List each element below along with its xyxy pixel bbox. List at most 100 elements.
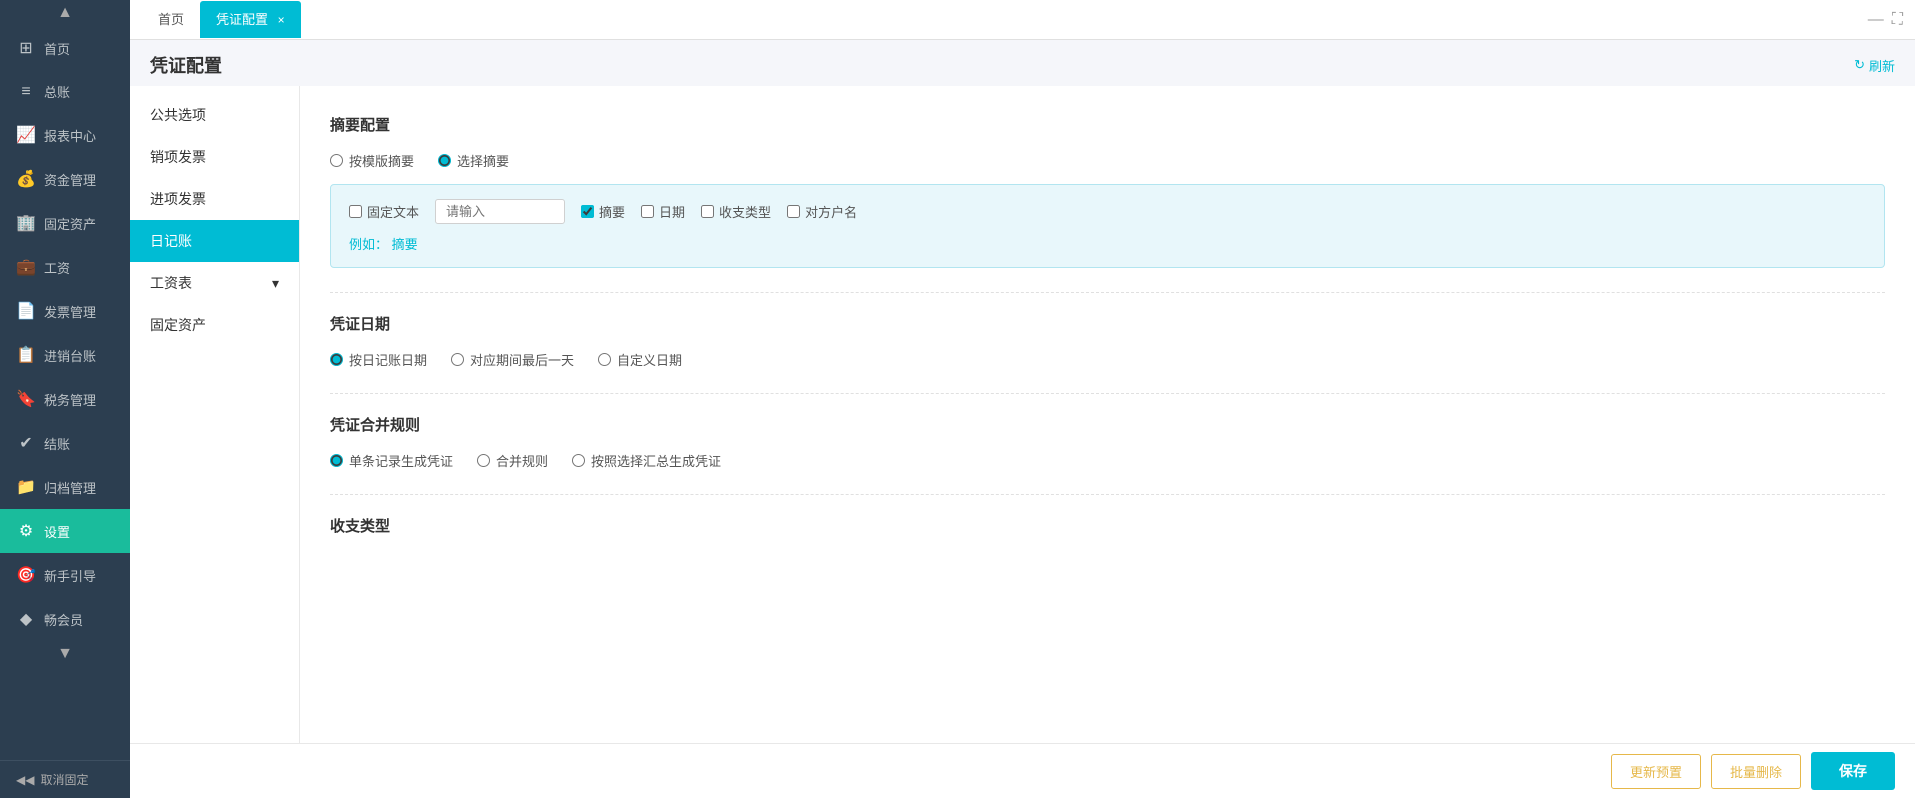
sidebar-item-label: 归档管理 <box>44 478 96 497</box>
nav-sales-invoice[interactable]: 销项发票 <box>130 136 299 178</box>
checkout-icon: ✔ <box>16 433 36 453</box>
date-radio-group: 按日记账日期 对应期间最后一天 自定义日期 <box>330 350 1885 369</box>
sidebar-item-purchase-sales[interactable]: 📋 进销台账 <box>0 333 130 377</box>
section-merge-title: 凭证合并规则 <box>330 414 1885 435</box>
update-preset-button[interactable]: 更新预置 <box>1611 754 1701 789</box>
checkbox-counter-name[interactable]: 对方户名 <box>787 202 857 221</box>
maximize-button[interactable]: ⛶ <box>1892 11 1903 29</box>
invoice-icon: 📄 <box>16 301 36 321</box>
funds-icon: 💰 <box>16 169 36 189</box>
main-area: 首页 凭证配置 × — ⛶ 凭证配置 ↻ 刷新 公共选项 销项发票 进 <box>130 0 1915 798</box>
radio-template-summary[interactable]: 按模版摘要 <box>330 151 414 170</box>
sidebar-item-home[interactable]: ⊞ 首页 <box>0 26 130 70</box>
sidebar-item-guide[interactable]: 🎯 新手引导 <box>0 553 130 597</box>
radio-journal-date[interactable]: 按日记账日期 <box>330 350 427 369</box>
section-summary-title: 摘要配置 <box>330 114 1885 135</box>
sidebar-item-assets[interactable]: 🏢 固定资产 <box>0 201 130 245</box>
sidebar-item-checkout[interactable]: ✔ 结账 <box>0 421 130 465</box>
tab-home[interactable]: 首页 <box>142 1 200 38</box>
checkbox-fixed-text[interactable]: 固定文本 <box>349 202 419 221</box>
section-voucher-date: 凭证日期 按日记账日期 对应期间最后一天 自定义日期 <box>330 313 1885 394</box>
sidebar-item-invoice[interactable]: 📄 发票管理 <box>0 289 130 333</box>
checkbox-summary[interactable]: 摘要 <box>581 202 625 221</box>
section-summary: 摘要配置 按模版摘要 选择摘要 固定文本 <box>330 114 1885 293</box>
section-merge-rules: 凭证合并规则 单条记录生成凭证 合并规则 按照选择汇总生成凭证 <box>330 414 1885 495</box>
batch-delete-button[interactable]: 批量删除 <box>1711 754 1801 789</box>
tax-icon: 🔖 <box>16 389 36 409</box>
sidebar-item-reports[interactable]: 📈 报表中心 <box>0 113 130 157</box>
radio-custom-date[interactable]: 自定义日期 <box>598 350 682 369</box>
sidebar-item-label: 报表中心 <box>44 126 96 145</box>
sidebar-item-label: 进销台账 <box>44 346 96 365</box>
chevron-down-icon: ▾ <box>272 275 279 292</box>
sidebar-item-label: 设置 <box>44 522 70 541</box>
unpin-icon: ◀◀ <box>16 773 34 787</box>
bottom-bar: 更新预置 批量删除 保存 <box>130 743 1915 798</box>
tab-actions: — ⛶ <box>1868 11 1903 29</box>
checkbox-income-type[interactable]: 收支类型 <box>701 202 771 221</box>
sidebar-item-label: 工资 <box>44 258 70 277</box>
right-content: 摘要配置 按模版摘要 选择摘要 固定文本 <box>300 86 1915 743</box>
radio-summary-generate[interactable]: 按照选择汇总生成凭证 <box>572 451 721 470</box>
summary-config-box: 固定文本 摘要 日期 收支类型 <box>330 184 1885 268</box>
home-icon: ⊞ <box>16 38 36 58</box>
sidebar-item-funds[interactable]: 💰 资金管理 <box>0 157 130 201</box>
checkbox-date[interactable]: 日期 <box>641 202 685 221</box>
section-income-type-title: 收支类型 <box>330 515 1885 536</box>
sidebar-scroll-up[interactable]: ▲ <box>0 0 130 26</box>
sidebar-item-label: 新手引导 <box>44 566 96 585</box>
sidebar-item-ledger[interactable]: ≡ 总账 <box>0 70 130 113</box>
assets-icon: 🏢 <box>16 213 36 233</box>
radio-select-summary[interactable]: 选择摘要 <box>438 151 509 170</box>
summary-checkbox-row: 固定文本 摘要 日期 收支类型 <box>349 199 1866 224</box>
purchase-sales-icon: 📋 <box>16 345 36 365</box>
unpin-label: 取消固定 <box>40 771 88 788</box>
save-button[interactable]: 保存 <box>1811 752 1895 790</box>
page-title: 凭证配置 <box>150 52 222 78</box>
section-income-type: 收支类型 <box>330 515 1885 576</box>
nav-fixed-assets[interactable]: 固定资产 <box>130 304 299 346</box>
sidebar-item-label: 发票管理 <box>44 302 96 321</box>
content-area: 公共选项 销项发票 进项发票 日记账 工资表 ▾ 固定资产 摘要配置 <box>130 86 1915 743</box>
sidebar-item-tax[interactable]: 🔖 税务管理 <box>0 377 130 421</box>
sidebar-item-label: 首页 <box>44 39 70 58</box>
page-header: 凭证配置 ↻ 刷新 <box>130 40 1915 86</box>
summary-example: 例如： 摘要 <box>349 234 1866 253</box>
sidebar-item-settings[interactable]: ⚙ 设置 <box>0 509 130 553</box>
sidebar-item-membership[interactable]: ◆ 畅会员 <box>0 597 130 641</box>
minimize-button[interactable]: — <box>1868 11 1884 29</box>
tab-voucher-config[interactable]: 凭证配置 × <box>200 1 301 38</box>
tab-close-button[interactable]: × <box>278 13 285 27</box>
nav-purchase-invoice[interactable]: 进项发票 <box>130 178 299 220</box>
nav-public-options[interactable]: 公共选项 <box>130 94 299 136</box>
sidebar-item-archive[interactable]: 📁 归档管理 <box>0 465 130 509</box>
example-prefix: 例如： 摘要 <box>349 237 418 252</box>
left-nav: 公共选项 销项发票 进项发票 日记账 工资表 ▾ 固定资产 <box>130 86 300 743</box>
nav-payroll[interactable]: 工资表 ▾ <box>130 262 299 304</box>
sidebar-scroll-down[interactable]: ▼ <box>0 641 130 667</box>
sidebar-item-salary[interactable]: 💼 工资 <box>0 245 130 289</box>
sidebar-item-label: 总账 <box>44 82 70 101</box>
refresh-icon: ↻ <box>1854 57 1865 73</box>
radio-merge-rule[interactable]: 合并规则 <box>477 451 548 470</box>
reports-icon: 📈 <box>16 125 36 145</box>
sidebar-unpin[interactable]: ◀◀ 取消固定 <box>0 760 130 798</box>
tab-bar: 首页 凭证配置 × — ⛶ <box>130 0 1915 40</box>
summary-radio-group: 按模版摘要 选择摘要 <box>330 151 1885 170</box>
radio-period-last-day[interactable]: 对应期间最后一天 <box>451 350 574 369</box>
archive-icon: 📁 <box>16 477 36 497</box>
nav-journal[interactable]: 日记账 <box>130 220 299 262</box>
settings-icon: ⚙ <box>16 521 36 541</box>
ledger-icon: ≡ <box>16 83 36 101</box>
refresh-button[interactable]: ↻ 刷新 <box>1854 56 1895 75</box>
merge-radio-group: 单条记录生成凭证 合并规则 按照选择汇总生成凭证 <box>330 451 1885 470</box>
sidebar-item-label: 税务管理 <box>44 390 96 409</box>
radio-single-record[interactable]: 单条记录生成凭证 <box>330 451 453 470</box>
sidebar-item-label: 结账 <box>44 434 70 453</box>
refresh-label: 刷新 <box>1869 56 1895 75</box>
membership-icon: ◆ <box>16 609 36 629</box>
sidebar-item-label: 畅会员 <box>44 610 83 629</box>
fixed-text-input[interactable] <box>435 199 565 224</box>
salary-icon: 💼 <box>16 257 36 277</box>
sidebar-item-label: 资金管理 <box>44 170 96 189</box>
